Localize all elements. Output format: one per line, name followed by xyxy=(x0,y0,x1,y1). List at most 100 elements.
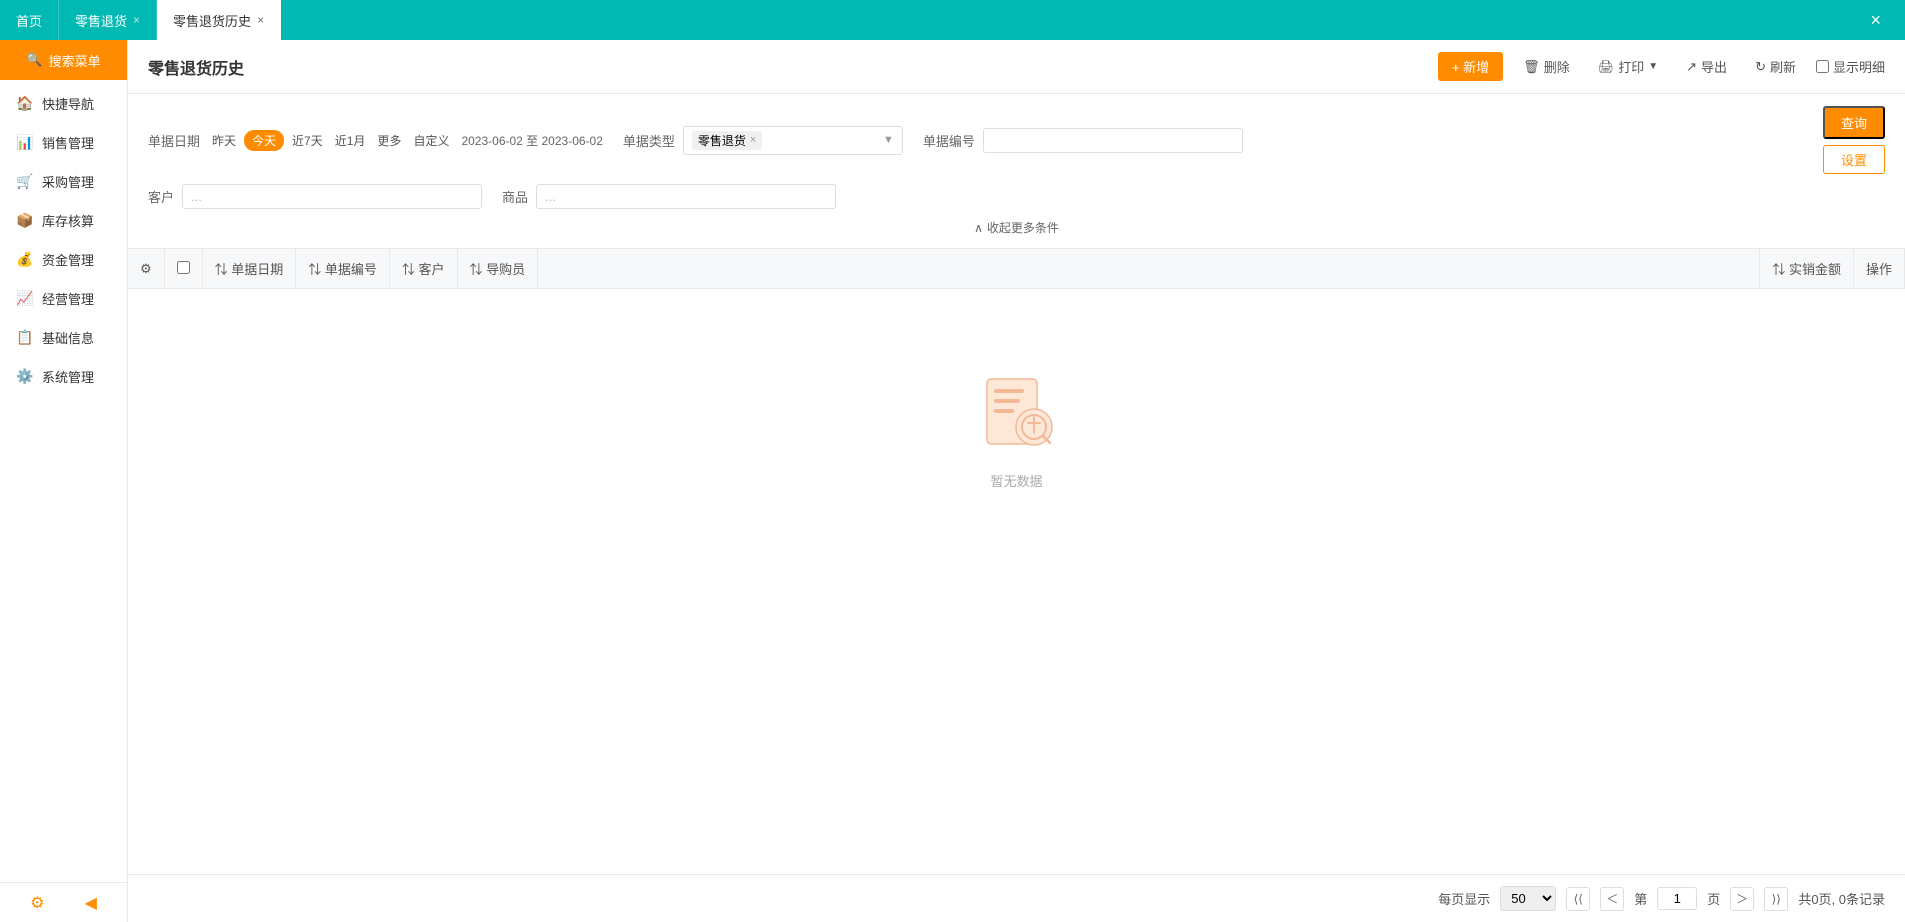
print-button-label: 打印 xyxy=(1618,57,1644,76)
next-page-button[interactable]: ＞ xyxy=(1730,887,1754,911)
sidebar-item-sales[interactable]: 📊 销售管理 xyxy=(0,123,127,162)
col-spacer xyxy=(538,249,1760,289)
goods-filter-group: 商品 ... xyxy=(502,184,836,209)
sidebar-item-finance-label: 资金管理 xyxy=(42,250,94,269)
sidebar-settings-icon[interactable]: ⚙ xyxy=(30,893,44,913)
sidebar-collapse-icon[interactable]: ◀ xyxy=(85,893,97,913)
date-filter-label: 单据日期 xyxy=(148,131,200,150)
sidebar-item-system[interactable]: ⚙️ 系统管理 xyxy=(0,357,127,396)
sidebar-search[interactable]: 🔍 搜索菜单 xyxy=(0,40,127,80)
print-arrow-icon: ▼ xyxy=(1648,61,1658,72)
doc-type-label: 单据类型 xyxy=(623,131,675,150)
tab-retail-return-history[interactable]: 零售退货历史 × xyxy=(157,0,281,40)
tab-retail-return-history-label: 零售退货历史 xyxy=(173,11,251,30)
customer-input[interactable]: ... xyxy=(182,184,482,209)
date-yesterday[interactable]: 昨天 xyxy=(208,130,240,151)
goods-label: 商品 xyxy=(502,187,528,206)
last-page-button[interactable]: ⟩⟩ xyxy=(1764,887,1788,911)
col-guide-label: ⇅ 导购员 xyxy=(470,262,526,277)
first-page-button[interactable]: ⟨⟨ xyxy=(1566,887,1590,911)
sales-icon: 📊 xyxy=(16,134,34,152)
prev-page-button[interactable]: ＜ xyxy=(1600,887,1624,911)
sidebar-item-purchase[interactable]: 🛒 采购管理 xyxy=(0,162,127,201)
col-settings[interactable]: ⚙ xyxy=(128,249,164,289)
sidebar-item-operations-label: 经营管理 xyxy=(42,289,94,308)
sidebar-bottom: ⚙ ◀ xyxy=(0,882,127,922)
tab-home-label: 首页 xyxy=(16,11,42,30)
table-settings-icon[interactable]: ⚙ xyxy=(140,261,152,276)
export-button[interactable]: ↗ 导出 xyxy=(1678,53,1735,80)
col-checkbox[interactable] xyxy=(164,249,202,289)
date-1month[interactable]: 近1月 xyxy=(331,130,370,151)
doc-type-select[interactable]: 零售退货 × ▼ xyxy=(683,126,903,155)
sidebar-item-inventory[interactable]: 📦 库存核算 xyxy=(0,201,127,240)
tab-retail-return[interactable]: 零售退货 × xyxy=(59,0,157,40)
tab-bar: 首页 零售退货 × 零售退货历史 × xyxy=(0,0,1862,40)
doc-no-label: 单据编号 xyxy=(923,131,975,150)
basic-info-icon: 📋 xyxy=(16,329,34,347)
page-number-input[interactable] xyxy=(1657,887,1697,910)
settings-button[interactable]: 设置 xyxy=(1823,145,1885,174)
col-doc-no-label: ⇅ 单据编号 xyxy=(308,262,377,277)
export-icon: ↗ xyxy=(1686,59,1697,75)
sidebar-item-basic-info[interactable]: 📋 基础信息 xyxy=(0,318,127,357)
sidebar-item-sales-label: 销售管理 xyxy=(42,133,94,152)
goods-input[interactable]: ... xyxy=(536,184,836,209)
doc-type-filter-group: 单据类型 零售退货 × ▼ xyxy=(623,126,903,155)
empty-icon xyxy=(972,369,1062,459)
tab-home[interactable]: 首页 xyxy=(0,0,59,40)
date-7days[interactable]: 近7天 xyxy=(288,130,327,151)
col-actual-amount[interactable]: ⇅ 实销金额 xyxy=(1760,249,1854,289)
add-button[interactable]: + 新增 xyxy=(1438,52,1503,81)
tab-retail-return-close[interactable]: × xyxy=(133,13,140,27)
col-actual-amount-label: ⇅ 实销金额 xyxy=(1772,262,1841,277)
inventory-icon: 📦 xyxy=(16,212,34,230)
window-close-button[interactable]: × xyxy=(1862,10,1889,31)
col-customer-label: ⇅ 客户 xyxy=(402,262,445,277)
pagination-bar: 每页显示 50 100 200 ⟨⟨ ＜ 第 页 ＞ ⟩⟩ 共0页, 0条记录 xyxy=(128,874,1905,922)
display-toggle-checkbox[interactable] xyxy=(1816,60,1829,73)
filter-row-1: 单据日期 昨天 今天 近7天 近1月 更多 自定义 2023-06-02 至 2… xyxy=(148,106,1885,174)
date-range-display: 2023-06-02 至 2023-06-02 xyxy=(461,132,602,149)
print-button[interactable]: 🖨 打印 ▼ xyxy=(1590,53,1666,80)
refresh-button[interactable]: ↻ 刷新 xyxy=(1747,53,1804,80)
search-icon: 🔍 xyxy=(26,52,42,68)
doc-type-tag-close[interactable]: × xyxy=(750,134,756,146)
col-doc-date[interactable]: ⇅ 单据日期 xyxy=(202,249,296,289)
delete-icon: 🗑 xyxy=(1523,59,1540,75)
refresh-button-label: 刷新 xyxy=(1770,57,1796,76)
date-today[interactable]: 今天 xyxy=(244,130,284,151)
date-custom[interactable]: 自定义 xyxy=(409,130,453,151)
sidebar-item-finance[interactable]: 💰 资金管理 xyxy=(0,240,127,279)
print-icon: 🖨 xyxy=(1598,59,1615,75)
page-header: 零售退货历史 + 新增 🗑 删除 🖨 打印 ▼ ↗ 导出 xyxy=(128,40,1905,94)
finance-icon: 💰 xyxy=(16,251,34,269)
tab-retail-return-label: 零售退货 xyxy=(75,11,127,30)
sidebar-nav: 🏠 快捷导航 📊 销售管理 🛒 采购管理 📦 库存核算 💰 资金管理 📈 xyxy=(0,80,127,882)
page-size-select[interactable]: 50 100 200 xyxy=(1500,886,1556,911)
page-title: 零售退货历史 xyxy=(148,55,244,79)
total-records: 共0页, 0条记录 xyxy=(1798,889,1885,908)
sidebar-item-operations[interactable]: 📈 经营管理 xyxy=(0,279,127,318)
col-guide[interactable]: ⇅ 导购员 xyxy=(457,249,538,289)
top-bar: 首页 零售退货 × 零售退货历史 × × xyxy=(0,0,1905,40)
sidebar-item-quick-nav[interactable]: 🏠 快捷导航 xyxy=(0,84,127,123)
col-doc-no[interactable]: ⇅ 单据编号 xyxy=(296,249,390,289)
sidebar-item-quick-nav-label: 快捷导航 xyxy=(42,94,94,113)
col-customer[interactable]: ⇅ 客户 xyxy=(389,249,457,289)
select-all-checkbox[interactable] xyxy=(177,261,190,274)
doc-no-input[interactable] xyxy=(983,128,1243,153)
page-actions: + 新增 🗑 删除 🖨 打印 ▼ ↗ 导出 ↻ 刷新 xyxy=(1438,52,1885,81)
delete-button[interactable]: 🗑 删除 xyxy=(1515,53,1578,80)
date-filter-group: 单据日期 昨天 今天 近7天 近1月 更多 自定义 2023-06-02 至 2… xyxy=(148,130,603,151)
query-button[interactable]: 查询 xyxy=(1823,106,1885,139)
export-button-label: 导出 xyxy=(1701,57,1727,76)
col-operation: 操作 xyxy=(1853,249,1904,289)
date-more[interactable]: 更多 xyxy=(373,130,405,151)
display-toggle[interactable]: 显示明细 xyxy=(1816,57,1885,76)
date-shortcuts: 昨天 今天 近7天 近1月 更多 自定义 xyxy=(208,130,453,151)
sidebar-item-basic-info-label: 基础信息 xyxy=(42,328,94,347)
collapse-button[interactable]: ∧ 收起更多条件 xyxy=(974,219,1059,236)
tab-retail-return-history-close[interactable]: × xyxy=(257,13,264,27)
empty-state: 暂无数据 xyxy=(128,289,1905,570)
